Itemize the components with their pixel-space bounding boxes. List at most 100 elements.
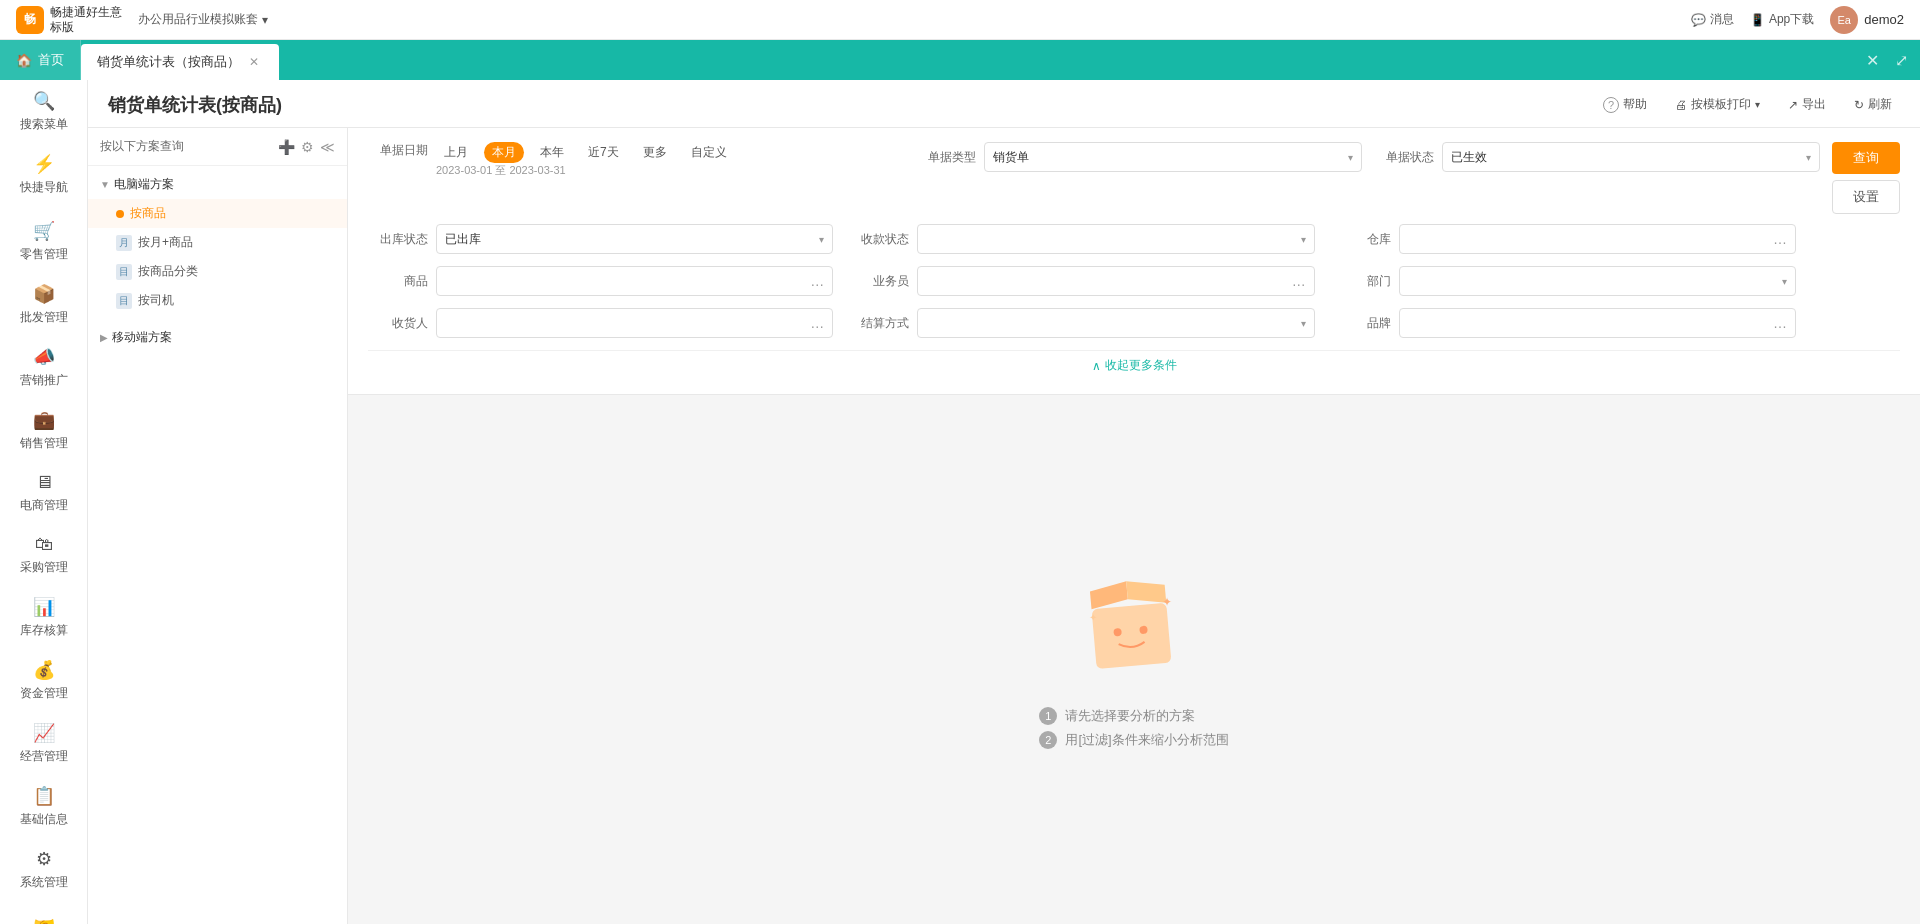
chevron-down-icon: ▾ <box>1348 152 1353 163</box>
collapse-button[interactable]: ∧ 收起更多条件 <box>368 350 1900 380</box>
sidebar-item-sales-mgmt[interactable]: 💼 销售管理 <box>0 399 87 462</box>
consignee-label: 收货人 <box>368 315 428 332</box>
date-btn-last-month[interactable]: 上月 <box>436 142 476 163</box>
svg-text:✦: ✦ <box>1089 612 1097 623</box>
payment-select[interactable]: ▾ <box>917 224 1314 254</box>
storage-select[interactable]: … <box>1399 224 1796 254</box>
topbar-left: 畅 畅捷通好生意 标版 办公用品行业模拟账套 ▾ <box>16 5 274 34</box>
svg-marker-2 <box>1126 577 1166 605</box>
filter-doc-status: 单据状态 已生效 ▾ <box>1374 142 1820 172</box>
settlement-select[interactable]: ▾ <box>917 308 1314 338</box>
tab-home[interactable]: 🏠 首页 <box>0 40 81 80</box>
refresh-button[interactable]: ↻ 刷新 <box>1846 92 1900 117</box>
tabbar: 🏠 首页 销货单统计表（按商品） ✕ ✕ ⤢ <box>0 40 1920 80</box>
avatar: Ea <box>1830 6 1858 34</box>
date-btn-this-year[interactable]: 本年 <box>532 142 572 163</box>
operation-mgmt-icon: 📈 <box>33 722 55 744</box>
workspace-selector[interactable]: 办公用品行业模拟账套 ▾ <box>132 9 274 30</box>
logo-icon: 畅 <box>16 6 44 34</box>
svg-rect-0 <box>1092 602 1172 668</box>
minimize-icon[interactable]: ✕ <box>1862 47 1883 74</box>
department-label: 部门 <box>1331 273 1391 290</box>
refresh-icon: ↻ <box>1854 98 1864 112</box>
dots-icon[interactable]: … <box>1773 315 1787 331</box>
dots-icon[interactable]: … <box>1292 273 1306 289</box>
tab-sales-stat[interactable]: 销货单统计表（按商品） ✕ <box>81 44 279 80</box>
sidebar-item-quick-nav[interactable]: ⚡ 快捷导航 <box>0 143 87 206</box>
enterprise-collab-icon: 🤝 <box>33 915 55 924</box>
settings-button[interactable]: 设置 <box>1832 180 1900 214</box>
sidebar-item-ecommerce-mgmt[interactable]: 🖥 电商管理 <box>0 462 87 524</box>
doc-type-label: 单据类型 <box>916 149 976 166</box>
tip-num-1: 1 <box>1039 707 1057 725</box>
inventory-icon: 📊 <box>33 596 55 618</box>
filter-settlement: 结算方式 ▾ <box>849 308 1314 338</box>
sidebar-item-marketing[interactable]: 📣 营销推广 <box>0 336 87 399</box>
scheme-item-by-month-product[interactable]: 月 按月+商品 <box>88 228 347 257</box>
message-action[interactable]: 💬 消息 <box>1691 11 1734 28</box>
quick-nav-icon: ⚡ <box>33 153 55 175</box>
sidebar-item-purchase-mgmt[interactable]: 🛍 采购管理 <box>0 524 87 586</box>
svg-marker-1 <box>1089 581 1128 609</box>
date-btn-more[interactable]: 更多 <box>635 142 675 163</box>
dots-icon[interactable]: … <box>810 315 824 331</box>
goods-select[interactable]: … <box>436 266 833 296</box>
warehouse-select[interactable]: 已出库 ▾ <box>436 224 833 254</box>
department-select[interactable]: ▾ <box>1399 266 1796 296</box>
dots-icon[interactable]: … <box>1773 231 1787 247</box>
date-btn-custom[interactable]: 自定义 <box>683 142 735 163</box>
sidebar-item-operation-mgmt[interactable]: 📈 经营管理 <box>0 712 87 775</box>
ecommerce-mgmt-icon: 🖥 <box>35 472 53 493</box>
user-info[interactable]: Ea demo2 <box>1830 6 1904 34</box>
search-menu-icon: 🔍 <box>33 90 55 112</box>
template-print-button[interactable]: 🖨 按模板打印 ▾ <box>1667 92 1768 117</box>
sidebar-item-basic-info[interactable]: 📋 基础信息 <box>0 775 87 838</box>
print-icon: 🖨 <box>1675 98 1687 112</box>
date-btn-this-month[interactable]: 本月 <box>484 142 524 163</box>
date-range: 2023-03-01 至 2023-03-31 <box>436 163 904 178</box>
sidebar-item-retail-mgmt[interactable]: 🛒 零售管理 <box>0 210 87 273</box>
doc-status-select[interactable]: 已生效 ▾ <box>1442 142 1820 172</box>
empty-tip-1: 1 请先选择要分析的方案 <box>1039 707 1228 725</box>
settings-scheme-icon[interactable]: ⚙ <box>301 139 314 155</box>
sidebar-item-system-mgmt[interactable]: ⚙ 系统管理 <box>0 838 87 901</box>
export-button[interactable]: ↗ 导出 <box>1780 92 1834 117</box>
scheme-item-by-product[interactable]: 按商品 <box>88 199 347 228</box>
date-options-row: 上月 本月 本年 近7天 更多 自定义 <box>436 142 904 163</box>
date-btn-last-7[interactable]: 近7天 <box>580 142 627 163</box>
filter-payment: 收款状态 ▾ <box>849 224 1314 254</box>
doc-type-select[interactable]: 销货单 ▾ <box>984 142 1362 172</box>
close-tab-icon[interactable]: ✕ <box>246 54 262 70</box>
scheme-group-mobile-header[interactable]: ▶ 移动端方案 <box>88 323 347 352</box>
filter-row-4: 收货人 … 结算方式 ▾ <box>368 308 1900 338</box>
scheme-item-by-cashier[interactable]: 目 按司机 <box>88 286 347 315</box>
right-panel: 单据日期 上月 本月 本年 近7天 更多 自定义 20 <box>348 128 1920 924</box>
purchase-mgmt-icon: 🛍 <box>35 534 53 555</box>
query-btn-group: 查询 设置 <box>1832 142 1900 214</box>
app-download-action[interactable]: 📱 App下载 <box>1750 11 1814 28</box>
consignee-select[interactable]: … <box>436 308 833 338</box>
query-button[interactable]: 查询 <box>1832 142 1900 174</box>
date-label: 单据日期 <box>368 142 428 159</box>
sidebar-item-wholesale-mgmt[interactable]: 📦 批发管理 <box>0 273 87 336</box>
scheme-group-desktop-header[interactable]: ▼ 电脑端方案 <box>88 170 347 199</box>
two-column-layout: 按以下方案查询 ➕ ⚙ ≪ ▼ 电脑端方案 按商品 <box>88 128 1920 924</box>
dots-icon[interactable]: … <box>810 273 824 289</box>
scheme-panel-title: 按以下方案查询 <box>100 138 184 155</box>
empty-box-svg: ✦ ✦ <box>1074 571 1194 691</box>
brand-select[interactable]: … <box>1399 308 1796 338</box>
chevron-down-icon: ▾ <box>1806 152 1811 163</box>
scheme-item-month-icon: 月 <box>116 235 132 251</box>
scheme-item-by-product-category[interactable]: 目 按商品分类 <box>88 257 347 286</box>
salesperson-select[interactable]: … <box>917 266 1314 296</box>
chevron-down-icon: ▾ <box>262 13 268 27</box>
user-name: demo2 <box>1864 12 1904 27</box>
sidebar-item-enterprise-collab[interactable]: 🤝 企业协同 <box>0 905 87 924</box>
sidebar-item-inventory[interactable]: 📊 库存核算 <box>0 586 87 649</box>
collapse-scheme-icon[interactable]: ≪ <box>320 139 335 155</box>
fullscreen-icon[interactable]: ⤢ <box>1891 47 1912 74</box>
sidebar-item-finance-mgmt[interactable]: 💰 资金管理 <box>0 649 87 712</box>
sidebar-item-search-menu[interactable]: 🔍 搜索菜单 <box>0 80 87 143</box>
add-scheme-icon[interactable]: ➕ <box>278 139 295 155</box>
help-button[interactable]: ? 帮助 <box>1595 92 1655 117</box>
